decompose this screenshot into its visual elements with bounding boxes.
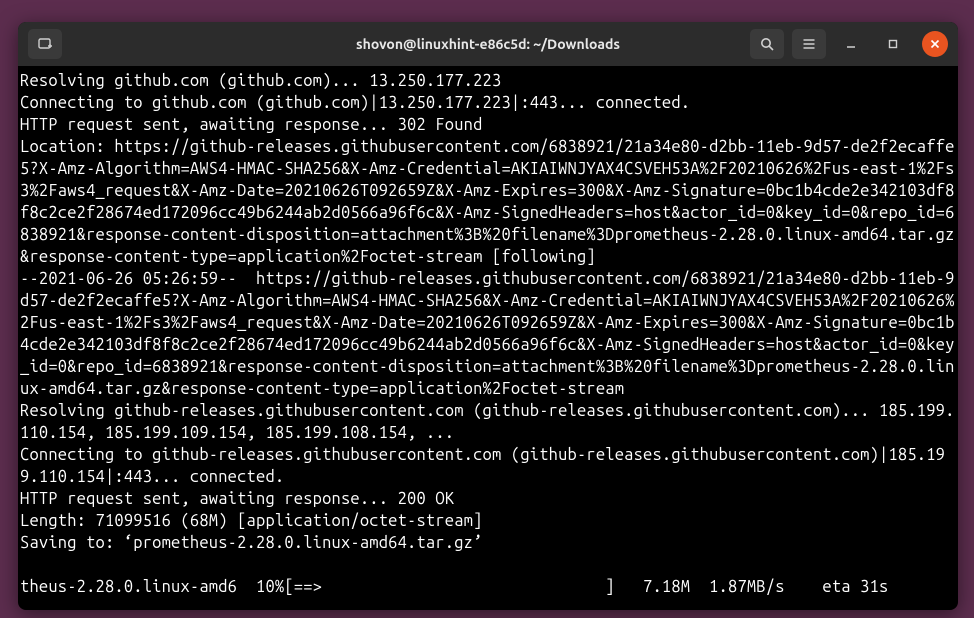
titlebar-right: [750, 29, 952, 59]
close-icon: [929, 38, 941, 50]
terminal-line: Connecting to github-releases.githubuser…: [20, 444, 956, 488]
terminal-line: [20, 554, 956, 576]
terminal-line: Resolving github.com (github.com)... 13.…: [20, 70, 956, 92]
terminal-output[interactable]: Resolving github.com (github.com)... 13.…: [18, 66, 958, 602]
terminal-line: --2021-06-26 05:26:59-- https://github-r…: [20, 268, 956, 400]
minimize-button[interactable]: [838, 31, 864, 57]
menu-button[interactable]: [792, 29, 826, 59]
minimize-icon: [845, 38, 857, 50]
titlebar-left: [24, 29, 62, 59]
search-icon: [759, 36, 775, 52]
terminal-window: shovon@linuxhint-e86c5d: ~/Downloads: [18, 22, 958, 610]
new-tab-icon: [37, 36, 53, 52]
maximize-icon: [887, 38, 899, 50]
close-button[interactable]: [922, 31, 948, 57]
terminal-line: theus-2.28.0.linux-amd6 10%[==> ] 7.18M …: [20, 576, 956, 598]
titlebar: shovon@linuxhint-e86c5d: ~/Downloads: [18, 22, 958, 66]
window-title: shovon@linuxhint-e86c5d: ~/Downloads: [356, 36, 620, 52]
terminal-line: HTTP request sent, awaiting response... …: [20, 488, 956, 510]
terminal-line: Resolving github-releases.githubusercont…: [20, 400, 956, 444]
terminal-line: HTTP request sent, awaiting response... …: [20, 114, 956, 136]
terminal-line: Saving to: ‘prometheus-2.28.0.linux-amd6…: [20, 532, 956, 554]
new-tab-button[interactable]: [28, 29, 62, 59]
maximize-button[interactable]: [880, 31, 906, 57]
terminal-line: Length: 71099516 (68M) [application/octe…: [20, 510, 956, 532]
terminal-line: Location: https://github-releases.github…: [20, 136, 956, 268]
terminal-line: Connecting to github.com (github.com)|13…: [20, 92, 956, 114]
hamburger-icon: [801, 36, 817, 52]
search-button[interactable]: [750, 29, 784, 59]
